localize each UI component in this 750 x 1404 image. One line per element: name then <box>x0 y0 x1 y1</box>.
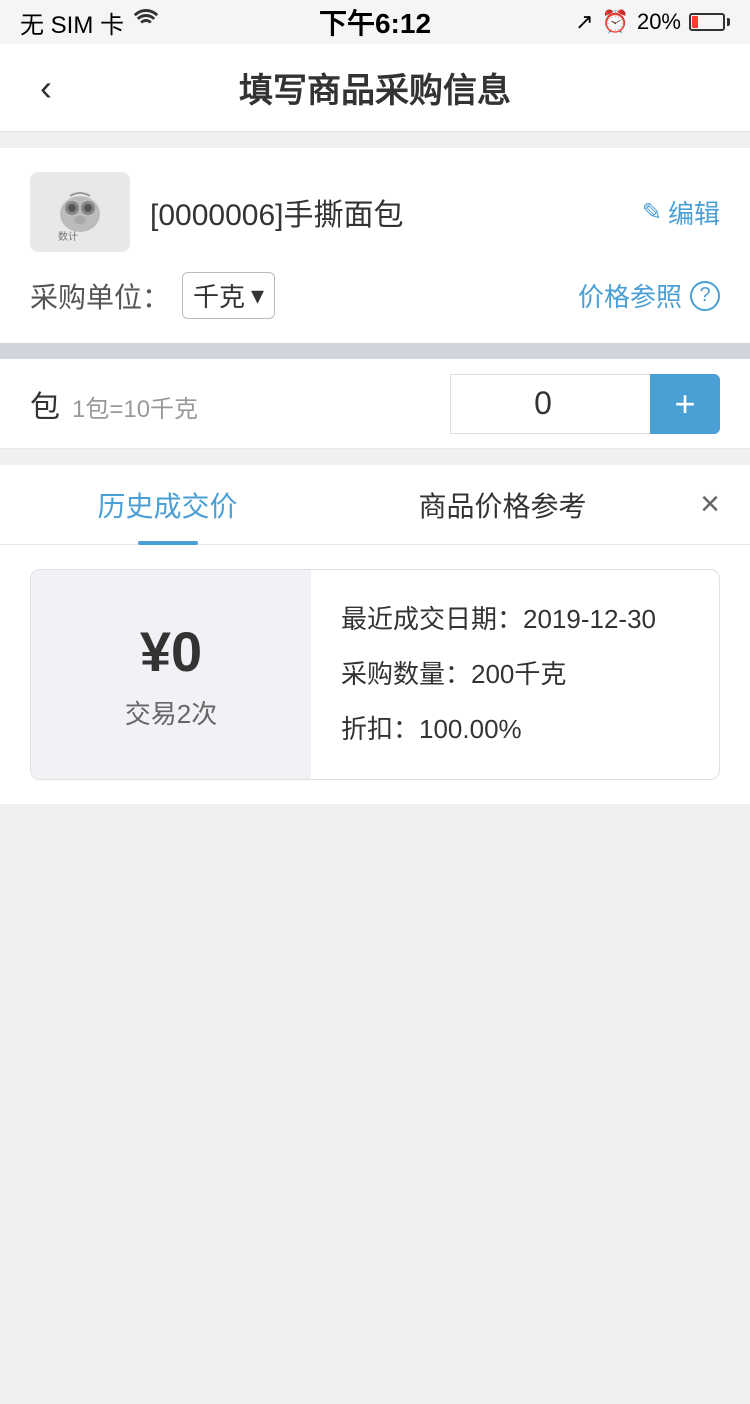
purchase-qty-row: 采购数量：200千克 <box>341 655 689 694</box>
product-card: 数计 [0000006]手撕面包 ✎ 编辑 采购单位： 千克 ▾ 价格参照 ? <box>0 148 750 343</box>
quantity-row: 包 1包=10千克 + <box>0 359 750 449</box>
help-icon: ? <box>690 281 720 311</box>
history-content: ¥0 交易2次 最近成交日期：2019-12-30 采购数量：200千克 折扣：… <box>0 545 750 804</box>
discount-row: 折扣：100.00% <box>341 710 689 749</box>
page-header: ‹ 填写商品采购信息 <box>0 44 750 132</box>
alarm-icon: ⏰ <box>602 9 629 35</box>
quantity-input[interactable] <box>450 374 650 434</box>
page-title: 填写商品采购信息 <box>239 63 511 112</box>
history-card: ¥0 交易2次 最近成交日期：2019-12-30 采购数量：200千克 折扣：… <box>30 569 720 780</box>
tab-underline <box>138 541 198 545</box>
product-info: [0000006]手撕面包 <box>150 190 642 234</box>
status-left: 无 SIM 卡 <box>20 5 160 40</box>
wifi-icon <box>132 8 160 37</box>
back-button[interactable]: ‹ <box>30 57 62 119</box>
price-ref-button[interactable]: 价格参照 ? <box>578 277 720 314</box>
product-image: 数计 <box>30 172 130 252</box>
tab-history-price[interactable]: 历史成交价 <box>0 465 335 545</box>
battery-percent: 20% <box>637 9 681 35</box>
battery-icon <box>689 13 730 31</box>
quantity-plus-button[interactable]: + <box>650 374 720 434</box>
tab-section: 历史成交价 商品价格参考 × ¥0 交易2次 最近成交日期：2019-12-30… <box>0 465 750 804</box>
tab-product-price-ref[interactable]: 商品价格参考 <box>335 465 670 545</box>
product-name: [0000006]手撕面包 <box>150 190 642 234</box>
recent-date-row: 最近成交日期：2019-12-30 <box>341 600 689 639</box>
unit-conversion: 1包=10千克 <box>72 389 198 424</box>
unit-char: 包 <box>30 382 60 426</box>
tab-row: 历史成交价 商品价格参考 × <box>0 465 750 545</box>
product-top-row: 数计 [0000006]手撕面包 ✎ 编辑 <box>30 172 720 252</box>
tab-close-button[interactable]: × <box>670 465 750 545</box>
status-time: 下午6:12 <box>319 2 431 42</box>
location-icon: ↗ <box>575 9 593 35</box>
history-trades: 交易2次 <box>125 694 217 731</box>
history-right-panel: 最近成交日期：2019-12-30 采购数量：200千克 折扣：100.00% <box>311 570 719 779</box>
unit-label: 采购单位： <box>30 276 170 316</box>
svg-text:数计: 数计 <box>58 230 78 242</box>
unit-label-area: 包 1包=10千克 <box>30 382 198 426</box>
edit-icon: ✎ <box>642 198 662 227</box>
status-bar: 无 SIM 卡 下午6:12 ↗ ⏰ 20% <box>0 0 750 44</box>
quantity-controls: + <box>450 374 720 434</box>
no-sim-text: 无 SIM 卡 <box>20 5 124 40</box>
dropdown-arrow-icon: ▾ <box>251 280 264 311</box>
history-price: ¥0 <box>140 619 202 684</box>
edit-button[interactable]: ✎ 编辑 <box>642 194 720 231</box>
status-right: ↗ ⏰ 20% <box>575 9 730 35</box>
history-left-panel: ¥0 交易2次 <box>31 570 311 779</box>
unit-row: 采购单位： 千克 ▾ <box>30 272 275 319</box>
page-background <box>0 804 750 1404</box>
product-bottom-row: 采购单位： 千克 ▾ 价格参照 ? <box>30 272 720 319</box>
section-divider <box>0 343 750 359</box>
unit-dropdown[interactable]: 千克 ▾ <box>182 272 275 319</box>
